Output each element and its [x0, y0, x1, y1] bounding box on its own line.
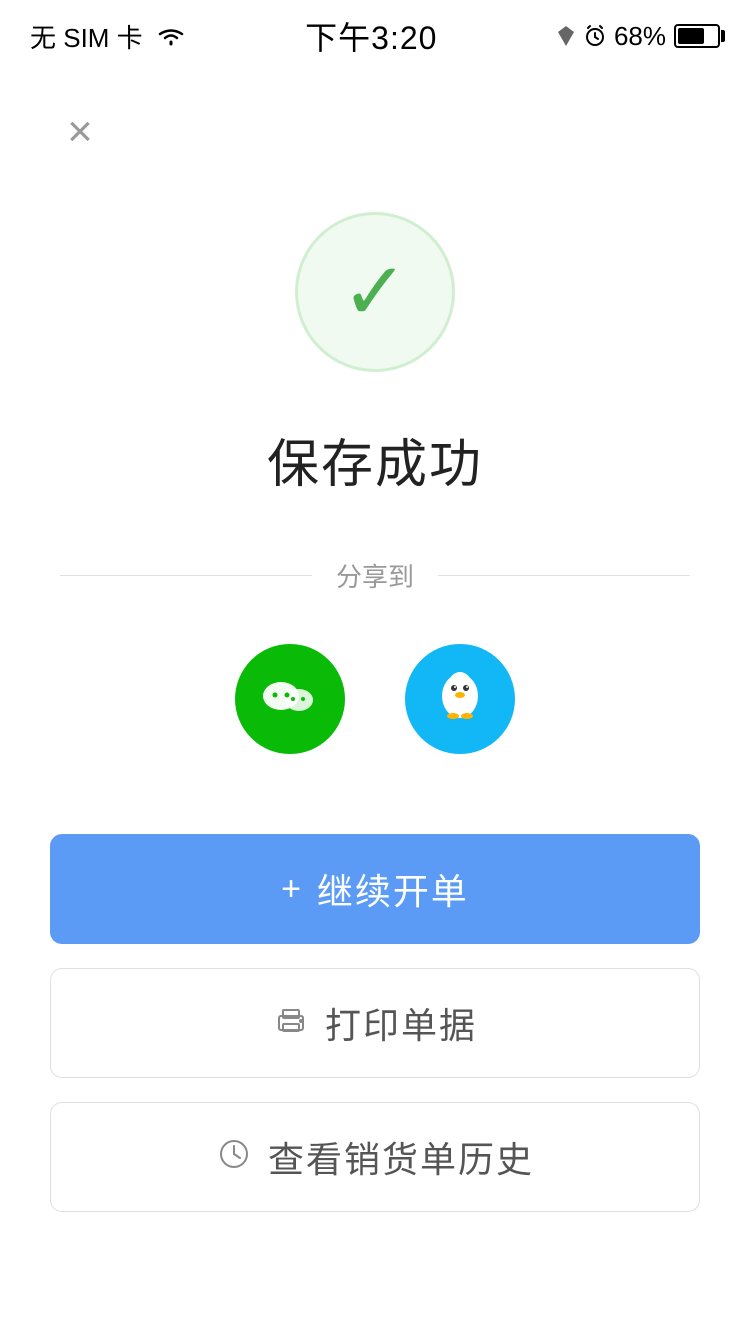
wifi-icon	[155, 24, 187, 48]
close-icon: ×	[67, 110, 93, 154]
status-left: 无 SIM 卡	[30, 18, 187, 55]
alarm-icon	[584, 24, 606, 48]
history-label: 查看销货单历史	[268, 1131, 534, 1183]
status-right: 68%	[556, 21, 720, 52]
main-content: × ✓ 保存成功 分享到	[0, 72, 750, 1232]
wechat-share-button[interactable]	[235, 644, 345, 754]
close-button[interactable]: ×	[50, 102, 110, 162]
action-buttons: + 继续开单 打印单据	[0, 834, 750, 1212]
battery-percent: 68%	[614, 21, 666, 52]
qq-icon	[425, 664, 495, 734]
checkmark-icon: ✓	[341, 252, 408, 332]
status-bar: 无 SIM 卡 下午3:20 68%	[0, 0, 750, 72]
history-icon	[216, 1136, 252, 1178]
battery-fill	[678, 28, 704, 44]
continue-button[interactable]: + 继续开单	[50, 834, 700, 944]
print-icon	[273, 1002, 309, 1044]
continue-label: 继续开单	[317, 863, 469, 915]
location-icon	[556, 24, 576, 48]
success-title: 保存成功	[267, 422, 483, 497]
sim-text: 无 SIM 卡	[30, 18, 143, 55]
qq-share-button[interactable]	[405, 644, 515, 754]
success-circle: ✓	[295, 212, 455, 372]
share-icons	[235, 644, 515, 754]
close-button-row: ×	[0, 92, 750, 172]
status-time: 下午3:20	[305, 13, 437, 59]
wechat-icon	[255, 664, 325, 734]
print-button[interactable]: 打印单据	[50, 968, 700, 1078]
history-button[interactable]: 查看销货单历史	[50, 1102, 700, 1212]
continue-icon: +	[281, 872, 301, 906]
print-label: 打印单据	[325, 997, 477, 1049]
battery-icon	[674, 24, 720, 48]
share-divider-text: 分享到	[312, 557, 438, 594]
share-divider: 分享到	[0, 557, 750, 594]
divider-line-right	[438, 575, 690, 576]
divider-line-left	[60, 575, 312, 576]
